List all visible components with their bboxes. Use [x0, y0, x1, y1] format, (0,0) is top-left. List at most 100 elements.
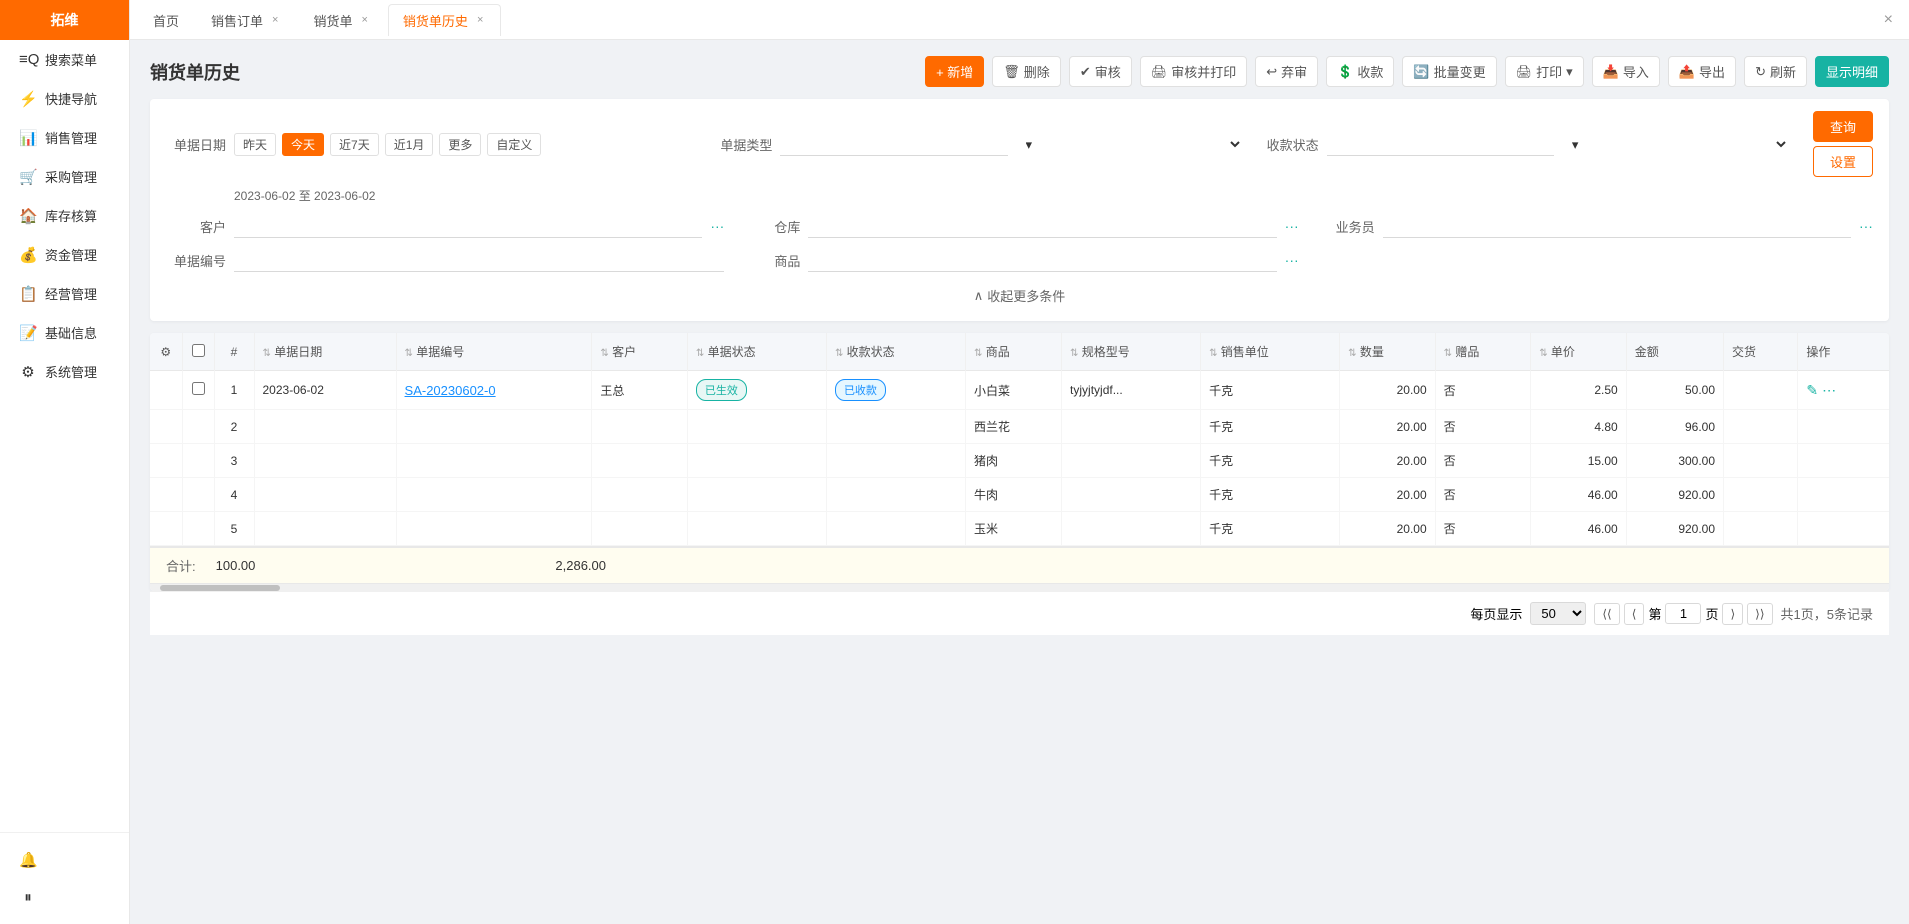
row-gift: 否 — [1435, 478, 1531, 512]
refresh-button[interactable]: ↻ 刷新 — [1744, 56, 1807, 87]
th-doc-status[interactable]: ⇅ 单据状态 — [687, 333, 826, 371]
abandon-button[interactable]: ↩ 弃审 — [1255, 56, 1318, 87]
tab-sales-goods-close[interactable]: × — [358, 13, 370, 27]
tab-home[interactable]: 首页 — [138, 4, 194, 36]
filter-item-warehouse: 仓库 ··· — [740, 214, 1298, 238]
row-checkbox[interactable] — [192, 382, 205, 395]
sidebar-item-quick-nav[interactable]: ⚡ 快捷导航 — [0, 79, 129, 118]
page-size-select[interactable]: 50 10 20 100 — [1530, 602, 1586, 625]
doc-type-input[interactable] — [780, 132, 1007, 156]
delete-button[interactable]: 🗑 删除 — [992, 56, 1061, 87]
th-customer[interactable]: ⇅ 客户 — [592, 333, 688, 371]
date-btn-more[interactable]: 更多 — [439, 133, 481, 156]
customer-dots-button[interactable]: ··· — [710, 218, 724, 234]
sidebar-item-basic-info[interactable]: 📝 基础信息 — [0, 313, 129, 352]
filter-actions: 查询 设置 — [1813, 111, 1873, 177]
th-unit[interactable]: ⇅ 销售单位 — [1201, 333, 1340, 371]
row-num: 3 — [214, 444, 254, 478]
tab-sales-history[interactable]: 销货单历史 × — [388, 4, 501, 36]
import-button[interactable]: 📥 导入 — [1592, 56, 1660, 87]
print-button[interactable]: 🖨 打印 ▾ — [1505, 56, 1584, 87]
sidebar-item-sys-mgmt[interactable]: ⚙ 系统管理 — [0, 352, 129, 391]
salesperson-dots-button[interactable]: ··· — [1859, 218, 1873, 234]
payment-status-input[interactable] — [1327, 132, 1554, 156]
row-checkbox-cell[interactable] — [182, 371, 214, 410]
page-input[interactable] — [1665, 603, 1701, 624]
row-checkbox-cell[interactable] — [182, 478, 214, 512]
batch-change-button[interactable]: 🔄 批量变更 — [1402, 56, 1496, 87]
row-doc-no — [396, 444, 592, 478]
edit-action-button[interactable]: ✎ — [1806, 382, 1818, 398]
warehouse-dots-button[interactable]: ··· — [1285, 218, 1299, 234]
sidebar-item-search-menu[interactable]: ≡Q 搜索菜单 — [0, 40, 129, 79]
review-button[interactable]: ✔ 审核 — [1069, 56, 1132, 87]
tab-sales-goods[interactable]: 销货单 × — [298, 4, 385, 36]
date-btn-7days[interactable]: 近7天 — [330, 133, 379, 156]
select-all-checkbox[interactable] — [192, 344, 205, 357]
sidebar-item-label: 资金管理 — [45, 245, 97, 264]
warehouse-input[interactable] — [808, 214, 1276, 238]
total-qty: 100.00 — [216, 558, 256, 573]
last-page-button[interactable]: ⟩⟩ — [1747, 603, 1772, 625]
th-payment-status[interactable]: ⇅ 收款状态 — [826, 333, 965, 371]
date-btn-yesterday[interactable]: 昨天 — [234, 133, 276, 156]
collect-button[interactable]: 💲 收款 — [1326, 56, 1394, 87]
sidebar-item-ops-mgmt[interactable]: 📋 经营管理 — [0, 274, 129, 313]
row-qty: 20.00 — [1340, 444, 1436, 478]
goods-input[interactable] — [808, 248, 1276, 272]
row-payment-status — [826, 444, 965, 478]
th-date[interactable]: ⇅ 单据日期 — [254, 333, 396, 371]
date-btn-custom[interactable]: 自定义 — [487, 133, 541, 156]
date-btn-today[interactable]: 今天 — [282, 133, 324, 156]
export-button[interactable]: 📤 导出 — [1668, 56, 1736, 87]
scroll-thumb[interactable] — [160, 585, 280, 591]
first-page-button[interactable]: ⟨⟨ — [1594, 603, 1619, 625]
customer-input[interactable] — [234, 214, 702, 238]
salesperson-input[interactable] — [1383, 214, 1851, 238]
collapse-button[interactable]: ∧ 收起更多条件 — [166, 282, 1873, 309]
more-action-button[interactable]: ⋯ — [1822, 382, 1836, 398]
review-print-button[interactable]: 🖨 审核并打印 — [1140, 56, 1248, 87]
query-button[interactable]: 查询 — [1813, 111, 1873, 142]
row-checkbox-cell[interactable] — [182, 410, 214, 444]
horizontal-scrollbar[interactable] — [150, 583, 1889, 591]
tab-sales-order-close[interactable]: × — [269, 13, 281, 27]
th-doc-no[interactable]: ⇅ 单据编号 — [396, 333, 592, 371]
doc-no-link[interactable]: SA-20230602-0 — [405, 383, 496, 398]
row-unit-price: 46.00 — [1531, 512, 1627, 546]
th-checkbox[interactable] — [182, 333, 214, 371]
th-qty[interactable]: ⇅ 数量 — [1340, 333, 1436, 371]
tab-sales-goods-label: 销货单 — [313, 11, 352, 30]
sidebar-item-capital-mgmt[interactable]: 💰 资金管理 — [0, 235, 129, 274]
close-all-tabs[interactable]: × — [1876, 7, 1901, 33]
sidebar-item-inventory[interactable]: 🏠 库存核算 — [0, 196, 129, 235]
row-unit-price: 15.00 — [1531, 444, 1627, 478]
sidebar-item-sales-mgmt[interactable]: 📊 销售管理 — [0, 118, 129, 157]
prev-page-button[interactable]: ⟨ — [1624, 603, 1645, 625]
tab-sales-order[interactable]: 销售订单 × — [196, 4, 296, 36]
th-unit-price[interactable]: ⇅ 单价 — [1531, 333, 1627, 371]
date-btn-1month[interactable]: 近1月 — [385, 133, 434, 156]
th-spec[interactable]: ⇅ 规格型号 — [1062, 333, 1201, 371]
show-detail-button[interactable]: 显示明细 — [1815, 56, 1889, 87]
row-customer — [592, 478, 688, 512]
th-settings[interactable]: ⚙ — [150, 333, 182, 371]
delete-icon: 🗑 — [1003, 64, 1020, 80]
goods-dots-button[interactable]: ··· — [1285, 252, 1299, 268]
th-goods[interactable]: ⇅ 商品 — [965, 333, 1061, 371]
next-page-button[interactable]: ⟩ — [1722, 603, 1743, 625]
filter-settings-button[interactable]: 设置 — [1813, 146, 1873, 177]
tab-sales-history-close[interactable]: × — [474, 13, 486, 27]
sidebar-item-purchase-mgmt[interactable]: 🛒 采购管理 — [0, 157, 129, 196]
sort-icon-unit-price: ⇅ — [1539, 348, 1547, 359]
tab-sales-history-label: 销货单历史 — [403, 11, 468, 30]
th-gift[interactable]: ⇅ 赠品 — [1435, 333, 1531, 371]
doc-no-input[interactable] — [234, 248, 724, 272]
sidebar-item-notification[interactable]: 🔔 — [0, 841, 129, 879]
sidebar-item-pause[interactable]: ⏸ — [0, 879, 129, 916]
doc-type-select[interactable]: ▾ — [1016, 132, 1243, 157]
row-checkbox-cell[interactable] — [182, 444, 214, 478]
payment-status-select[interactable]: ▾ — [1562, 132, 1789, 157]
row-checkbox-cell[interactable] — [182, 512, 214, 546]
new-button[interactable]: + 新增 — [925, 56, 984, 87]
